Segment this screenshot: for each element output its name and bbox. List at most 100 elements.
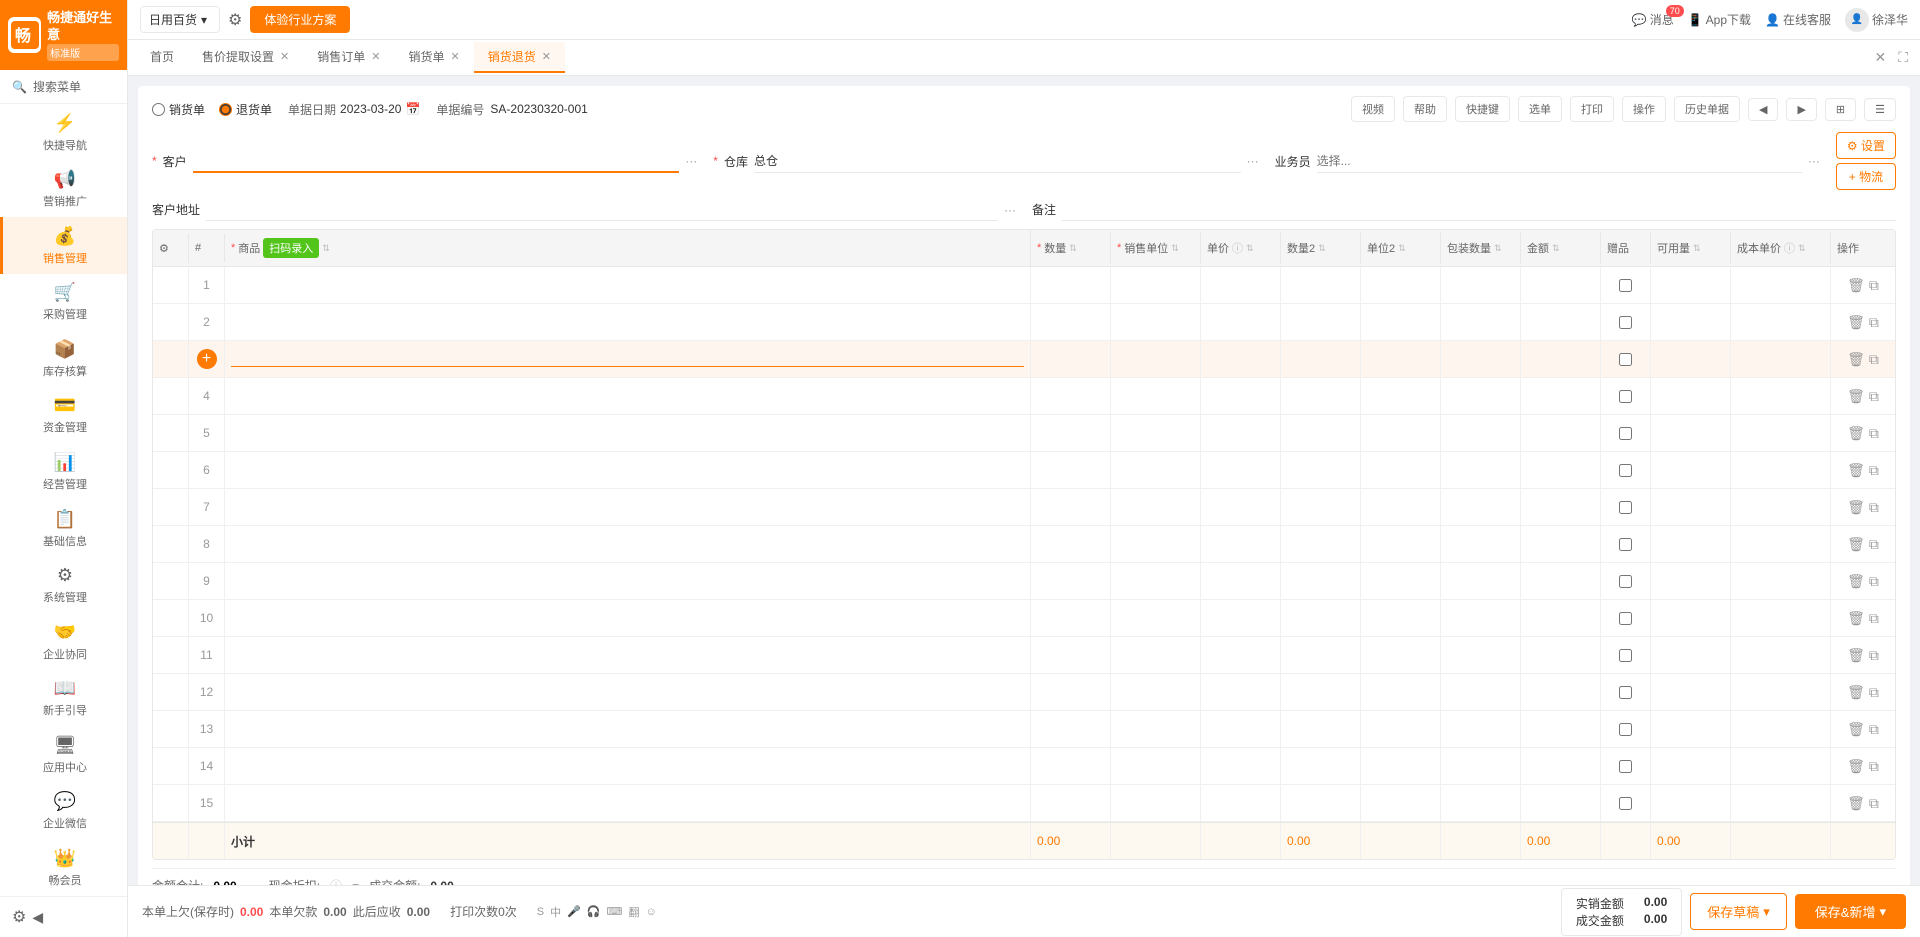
row-cost-11[interactable] xyxy=(1731,637,1831,673)
copy-icon-1[interactable]: ⧉ xyxy=(1869,277,1879,294)
row-unit-1[interactable] xyxy=(1111,267,1201,303)
row-unit2-11[interactable] xyxy=(1361,637,1441,673)
row-gift-10[interactable] xyxy=(1601,600,1651,636)
row-product-11[interactable] xyxy=(225,637,1031,673)
sidebar-item-purchase[interactable]: 🛒 采购管理 xyxy=(0,274,127,331)
row-qty-13[interactable] xyxy=(1031,711,1111,747)
qty2-input-5[interactable] xyxy=(1287,426,1354,440)
unit-input-11[interactable] xyxy=(1117,648,1194,662)
row-unit2-6[interactable] xyxy=(1361,452,1441,488)
row-amount-13[interactable] xyxy=(1521,711,1601,747)
row-qty-11[interactable] xyxy=(1031,637,1111,673)
delete-icon-6[interactable]: 🗑 xyxy=(1847,462,1865,479)
amount-input-4[interactable] xyxy=(1527,389,1594,403)
sort-qty-icon[interactable]: ⇅ xyxy=(1069,243,1077,254)
row-gift-6[interactable] xyxy=(1601,452,1651,488)
row-pkgqty-11[interactable] xyxy=(1441,637,1521,673)
row-qty2-11[interactable] xyxy=(1281,637,1361,673)
row-avail-13[interactable] xyxy=(1651,711,1731,747)
table-row[interactable]: 15 🗑 ⧉ xyxy=(153,785,1895,822)
sidebar-item-operations[interactable]: 📊 经营管理 xyxy=(0,444,127,501)
row-cost-7[interactable] xyxy=(1731,489,1831,525)
gift-checkbox-11[interactable] xyxy=(1607,649,1644,662)
row-price-15[interactable] xyxy=(1201,785,1281,821)
app-download-btn[interactable]: 📱 App下载 xyxy=(1688,11,1751,28)
amount-input-7[interactable] xyxy=(1527,500,1594,514)
row-cost-9[interactable] xyxy=(1731,563,1831,599)
row-qty-9[interactable] xyxy=(1031,563,1111,599)
unit-input-14[interactable] xyxy=(1117,759,1194,773)
pkgqty-input-2[interactable] xyxy=(1447,315,1514,329)
amount-input-14[interactable] xyxy=(1527,759,1594,773)
unit2-input-9[interactable] xyxy=(1367,574,1434,588)
row-unit2-1[interactable] xyxy=(1361,267,1441,303)
row-price-7[interactable] xyxy=(1201,489,1281,525)
pkgqty-input-4[interactable] xyxy=(1447,389,1514,403)
radio-sales[interactable]: 销货单 xyxy=(152,101,205,118)
row-amount-15[interactable] xyxy=(1521,785,1601,821)
sidebar-item-basic[interactable]: 📋 基础信息 xyxy=(0,500,127,557)
pkgqty-input-15[interactable] xyxy=(1447,796,1514,810)
avail-input-10[interactable] xyxy=(1657,611,1724,625)
row-qty-2[interactable] xyxy=(1031,304,1111,340)
radio-sales-input[interactable] xyxy=(152,103,165,116)
table-row[interactable]: 10 🗑 ⧉ xyxy=(153,600,1895,637)
tab-sales-order[interactable]: 销售订单 ✕ xyxy=(303,42,394,73)
product-input-3[interactable] xyxy=(231,352,1024,367)
unit-input-2[interactable] xyxy=(1117,315,1194,329)
row-qty-8[interactable] xyxy=(1031,526,1111,562)
product-input-9[interactable] xyxy=(231,574,1024,588)
avail-input-3[interactable] xyxy=(1657,352,1724,366)
calendar-icon[interactable]: 📅 xyxy=(405,102,420,116)
print-btn[interactable]: 打印 xyxy=(1570,96,1614,122)
unit2-input-5[interactable] xyxy=(1367,426,1434,440)
row-unit2-2[interactable] xyxy=(1361,304,1441,340)
industry-dropdown[interactable]: 日用百货 ▾ xyxy=(140,6,220,33)
delete-icon-10[interactable]: 🗑 xyxy=(1847,610,1865,627)
row-pkgqty-6[interactable] xyxy=(1441,452,1521,488)
row-qty-15[interactable] xyxy=(1031,785,1111,821)
row-price-9[interactable] xyxy=(1201,563,1281,599)
row-unit-4[interactable] xyxy=(1111,378,1201,414)
row-unit2-7[interactable] xyxy=(1361,489,1441,525)
amount-input-13[interactable] xyxy=(1527,722,1594,736)
price-input-12[interactable] xyxy=(1207,685,1274,699)
row-amount-2[interactable] xyxy=(1521,304,1601,340)
price-input-5[interactable] xyxy=(1207,426,1274,440)
gift-checkbox-6[interactable] xyxy=(1607,464,1644,477)
row-amount-6[interactable] xyxy=(1521,452,1601,488)
row-gift-4[interactable] xyxy=(1601,378,1651,414)
copy-icon-11[interactable]: ⧉ xyxy=(1869,647,1879,664)
tab-sales-close[interactable]: ✕ xyxy=(451,50,460,63)
delete-icon-3[interactable]: 🗑 xyxy=(1847,351,1865,368)
experience-btn[interactable]: 体验行业方案 xyxy=(250,6,350,33)
row-unit2-8[interactable] xyxy=(1361,526,1441,562)
cost-input-13[interactable] xyxy=(1737,722,1824,736)
avail-input-12[interactable] xyxy=(1657,685,1724,699)
row-qty-5[interactable] xyxy=(1031,415,1111,451)
row-pkgqty-5[interactable] xyxy=(1441,415,1521,451)
row-gift-9[interactable] xyxy=(1601,563,1651,599)
qty-input-15[interactable] xyxy=(1037,796,1104,810)
price-input-1[interactable] xyxy=(1207,278,1274,292)
delete-icon-11[interactable]: 🗑 xyxy=(1847,647,1865,664)
row-unit-10[interactable] xyxy=(1111,600,1201,636)
sort-unit-icon[interactable]: ⇅ xyxy=(1171,243,1179,254)
settings-btn[interactable]: ⚙ 设置 xyxy=(1836,132,1896,159)
row-price-13[interactable] xyxy=(1201,711,1281,747)
gift-checkbox-8[interactable] xyxy=(1607,538,1644,551)
unit-input-7[interactable] xyxy=(1117,500,1194,514)
gift-checkbox-13[interactable] xyxy=(1607,723,1644,736)
sidebar-search[interactable]: 🔍 搜索菜单 xyxy=(0,70,127,104)
cost-input-3[interactable] xyxy=(1737,352,1824,366)
pkgqty-input-6[interactable] xyxy=(1447,463,1514,477)
delete-icon-5[interactable]: 🗑 xyxy=(1847,425,1865,442)
addr-more[interactable]: ··· xyxy=(1004,203,1016,217)
amount-input-12[interactable] xyxy=(1527,685,1594,699)
row-product-5[interactable] xyxy=(225,415,1031,451)
row-cost-14[interactable] xyxy=(1731,748,1831,784)
radio-return-input[interactable] xyxy=(219,103,232,116)
pkgqty-input-1[interactable] xyxy=(1447,278,1514,292)
row-pkgqty-12[interactable] xyxy=(1441,674,1521,710)
row-unit-15[interactable] xyxy=(1111,785,1201,821)
